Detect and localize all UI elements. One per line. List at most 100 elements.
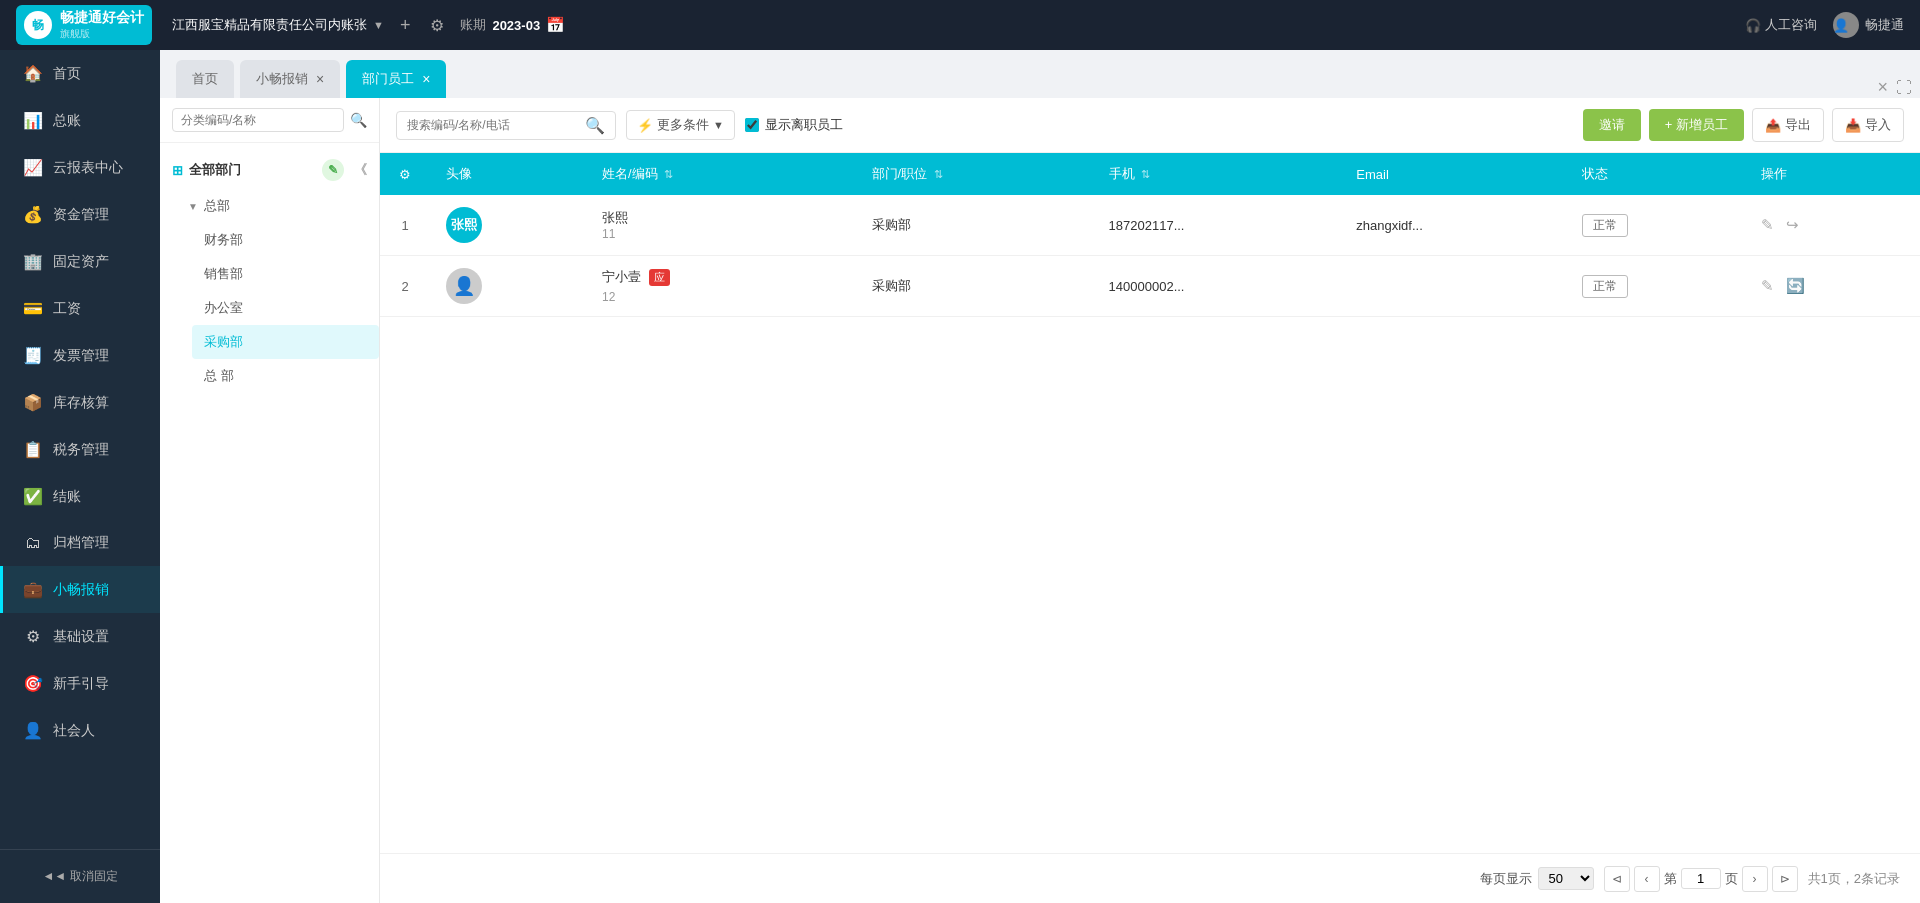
sidebar-item-reports[interactable]: 📈 云报表中心 bbox=[0, 144, 160, 191]
app-logo[interactable]: 畅 畅捷通好会计 旗舰版 bbox=[16, 5, 152, 45]
logout-icon[interactable]: ↪ bbox=[1786, 216, 1799, 234]
dept-node-zongbu[interactable]: ▼ 总部 bbox=[176, 189, 379, 223]
sidebar-item-tax[interactable]: 📋 税务管理 bbox=[0, 426, 160, 473]
import-button[interactable]: 📥 导入 bbox=[1832, 108, 1904, 142]
col-avatar: 头像 bbox=[430, 153, 586, 195]
sidebar-item-more[interactable]: 👤 社会人 bbox=[0, 707, 160, 754]
home-icon: 🏠 bbox=[23, 64, 43, 83]
user-menu[interactable]: 👤 畅捷通 bbox=[1833, 12, 1904, 38]
dept-node-hq[interactable]: 总 部 bbox=[192, 359, 379, 393]
invite-button[interactable]: 邀请 bbox=[1583, 109, 1641, 141]
sidebar-item-assets[interactable]: 🏢 固定资产 bbox=[0, 238, 160, 285]
row-actions: ✎ ↪ bbox=[1745, 195, 1920, 256]
sidebar-item-guide[interactable]: 🎯 新手引导 bbox=[0, 660, 160, 707]
edit-icon[interactable]: ✎ bbox=[1761, 277, 1774, 295]
import-icon: 📥 bbox=[1845, 118, 1861, 133]
dept-tree: ▼ 总部 财务部 销售部 办公 bbox=[160, 189, 379, 393]
filter-button[interactable]: ⚡ 更多条件 ▼ bbox=[626, 110, 735, 140]
invoice-icon: 🧾 bbox=[23, 346, 43, 365]
close-window-icon[interactable]: × bbox=[1877, 77, 1888, 98]
search-bar: 🔍 bbox=[396, 111, 616, 140]
dept-collapse-icon[interactable]: 《 bbox=[354, 161, 367, 179]
topbar: 畅 畅捷通好会计 旗舰版 江西服宝精品有限责任公司内账张 ▼ + ⚙ 账期 20… bbox=[0, 0, 1920, 50]
logo-icon: 畅 bbox=[24, 11, 52, 39]
reports-icon: 📈 bbox=[23, 158, 43, 177]
search-input[interactable] bbox=[407, 118, 579, 132]
all-dept-button[interactable]: ⊞ 全部部门 ✎ 《 bbox=[160, 151, 379, 189]
tab-employees[interactable]: 部门员工 × bbox=[346, 60, 446, 98]
apply-badge: 应 bbox=[649, 269, 670, 286]
settings-icon: ⚙ bbox=[23, 627, 43, 646]
dept-node-purchase[interactable]: 采购部 bbox=[192, 325, 379, 359]
col-settings[interactable]: ⚙ bbox=[380, 153, 430, 195]
dept-node-office[interactable]: 办公室 bbox=[192, 291, 379, 325]
row-phone: 140000002... bbox=[1093, 256, 1341, 317]
sidebar-item-invoice[interactable]: 🧾 发票管理 bbox=[0, 332, 160, 379]
tab-home[interactable]: 首页 bbox=[176, 60, 234, 98]
row-name: 张熙 11 bbox=[586, 195, 855, 256]
add-employee-button[interactable]: + 新增员工 bbox=[1649, 109, 1744, 141]
dept-search-input[interactable] bbox=[172, 108, 344, 132]
company-name[interactable]: 江西服宝精品有限责任公司内账张 ▼ bbox=[172, 16, 384, 34]
row-actions: ✎ 🔄 bbox=[1745, 256, 1920, 317]
expand-icon[interactable]: ⛶ bbox=[1896, 79, 1912, 97]
sidebar-item-capital[interactable]: 💰 资金管理 bbox=[0, 191, 160, 238]
dept-edit-icon[interactable]: ✎ bbox=[322, 159, 344, 181]
per-page-select[interactable]: 10 20 50 100 bbox=[1538, 867, 1594, 890]
sidebar-item-checkout[interactable]: ✅ 结账 bbox=[0, 473, 160, 520]
sidebar-item-payroll[interactable]: 💳 工资 bbox=[0, 285, 160, 332]
col-phone[interactable]: 手机 ⇅ bbox=[1093, 153, 1341, 195]
sidebar-item-archive[interactable]: 🗂 归档管理 bbox=[0, 520, 160, 566]
sidebar-item-settings[interactable]: ⚙ 基础设置 bbox=[0, 613, 160, 660]
dept-search-icon[interactable]: 🔍 bbox=[350, 112, 367, 128]
filter-icon: ⚡ bbox=[637, 118, 653, 133]
table-row: 2 👤 宁小壹 应 bbox=[380, 256, 1920, 317]
dept-node-sales[interactable]: 销售部 bbox=[192, 257, 379, 291]
row-email bbox=[1340, 256, 1566, 317]
dept-node-finance[interactable]: 财务部 bbox=[192, 223, 379, 257]
logo-sub: 旗舰版 bbox=[60, 27, 144, 41]
phone-sort-icon: ⇅ bbox=[1141, 168, 1150, 180]
edit-icon[interactable]: ✎ bbox=[1761, 216, 1774, 234]
service-button[interactable]: 🎧 人工咨询 bbox=[1745, 16, 1817, 34]
sidebar-item-ledger[interactable]: 📊 总账 bbox=[0, 97, 160, 144]
row-phone: 187202117... bbox=[1093, 195, 1341, 256]
row-index: 1 bbox=[380, 195, 430, 256]
export-button[interactable]: 📤 导出 bbox=[1752, 108, 1824, 142]
page-input[interactable] bbox=[1681, 868, 1721, 889]
calendar-icon[interactable]: 📅 bbox=[546, 16, 565, 34]
col-actions: 操作 bbox=[1745, 153, 1920, 195]
checkout-icon: ✅ bbox=[23, 487, 43, 506]
search-icon[interactable]: 🔍 bbox=[585, 116, 605, 135]
row-avatar: 张熙 bbox=[430, 195, 586, 256]
inventory-icon: 📦 bbox=[23, 393, 43, 412]
payroll-icon: 💳 bbox=[23, 299, 43, 318]
sidebar-item-expenses[interactable]: 💼 小畅报销 bbox=[0, 566, 160, 613]
sidebar-item-inventory[interactable]: 📦 库存核算 bbox=[0, 379, 160, 426]
show-resigned-checkbox[interactable]: 显示离职员工 bbox=[745, 116, 843, 134]
pagination: 每页显示 10 20 50 100 ⊲ ‹ 第 bbox=[380, 853, 1920, 903]
name-sort-icon: ⇅ bbox=[664, 168, 673, 180]
col-name[interactable]: 姓名/编码 ⇅ bbox=[586, 153, 855, 195]
cancel-pin-button[interactable]: ◄◄ 取消固定 bbox=[0, 860, 160, 893]
content-area: 首页 小畅报销 × 部门员工 × × ⛶ 🔍 bbox=[160, 50, 1920, 903]
row-dept: 采购部 bbox=[856, 195, 1093, 256]
row-name: 宁小壹 应 12 bbox=[586, 256, 855, 317]
prev-page-button[interactable]: ‹ bbox=[1634, 866, 1660, 892]
tab-expenses[interactable]: 小畅报销 × bbox=[240, 60, 340, 98]
dept-list: ⊞ 全部部门 ✎ 《 ▼ 总部 财务部 bbox=[160, 143, 379, 903]
next-page-button[interactable]: › bbox=[1742, 866, 1768, 892]
first-page-button[interactable]: ⊲ bbox=[1604, 866, 1630, 892]
sidebar-item-home[interactable]: 🏠 首页 bbox=[0, 50, 160, 97]
close-tab-expenses[interactable]: × bbox=[316, 71, 324, 87]
row-dept: 采购部 bbox=[856, 256, 1093, 317]
company-dropdown-icon: ▼ bbox=[373, 19, 384, 31]
close-tab-employees[interactable]: × bbox=[422, 71, 430, 87]
period: 账期 2023-03 📅 bbox=[460, 16, 565, 34]
col-dept[interactable]: 部门/职位 ⇅ bbox=[856, 153, 1093, 195]
settings-icon[interactable]: ⚙ bbox=[426, 16, 448, 35]
delete-icon[interactable]: 🔄 bbox=[1786, 277, 1805, 295]
add-button[interactable]: + bbox=[396, 15, 415, 36]
last-page-button[interactable]: ⊳ bbox=[1772, 866, 1798, 892]
resigned-checkbox-input[interactable] bbox=[745, 118, 759, 132]
